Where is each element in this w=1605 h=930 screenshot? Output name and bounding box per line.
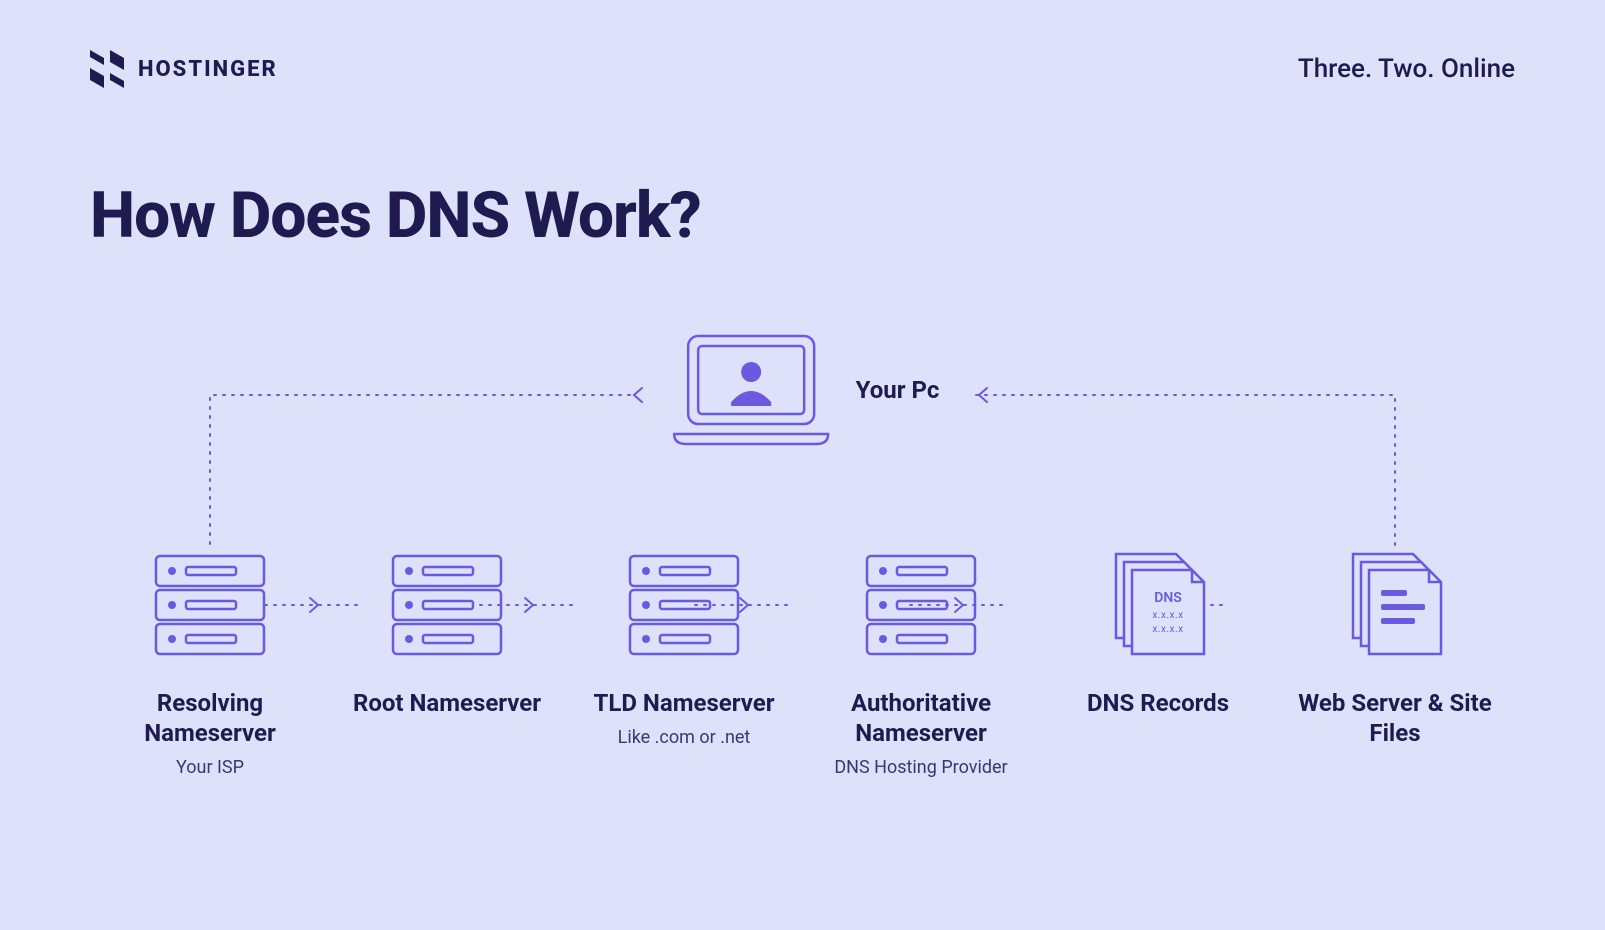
node-resolving-nameserver: Resolving Nameserver Your ISP [110,550,310,779]
page-title: How Does DNS Work? [90,178,1605,253]
node-root-nameserver: Root Nameserver [347,550,547,779]
site-files-icon [1335,550,1455,660]
node-web-server: Web Server & Site Files [1295,550,1495,779]
node-title: DNS Records [1087,688,1229,718]
node-subtitle: Your ISP [176,756,244,779]
dns-doc-line1: x.x.x.x [1152,610,1183,621]
hostinger-logo-icon [90,50,124,88]
node-subtitle: DNS Hosting Provider [834,756,1007,779]
tagline: Three. Two. Online [1298,54,1515,84]
node-title: TLD Nameserver [594,688,775,718]
brand-logo: HOSTINGER [90,50,278,88]
laptop-icon [666,330,836,450]
server-icon [861,550,981,660]
node-subtitle: Like .com or .net [618,726,751,749]
dns-doc-line2: x.x.x.x [1152,624,1183,635]
brand-name: HOSTINGER [138,57,278,82]
node-authoritative-nameserver: Authoritative Nameserver DNS Hosting Pro… [821,550,1021,779]
dns-doc-heading: DNS [1154,590,1182,606]
dns-records-icon: DNS x.x.x.x x.x.x.x [1098,550,1218,660]
server-icon [387,550,507,660]
node-title: Authoritative Nameserver [821,688,1021,748]
node-title: Root Nameserver [353,688,541,718]
server-icon [624,550,744,660]
node-dns-records: DNS x.x.x.x x.x.x.x DNS Records [1058,550,1258,779]
node-tld-nameserver: TLD Nameserver Like .com or .net [584,550,784,779]
server-icon [150,550,270,660]
dns-flow-diagram: Your Pc Resolving Nameserver Your ISP [0,330,1605,924]
your-pc-label: Your Pc [856,376,940,404]
node-title: Resolving Nameserver [110,688,310,748]
node-title: Web Server & Site Files [1295,688,1495,748]
